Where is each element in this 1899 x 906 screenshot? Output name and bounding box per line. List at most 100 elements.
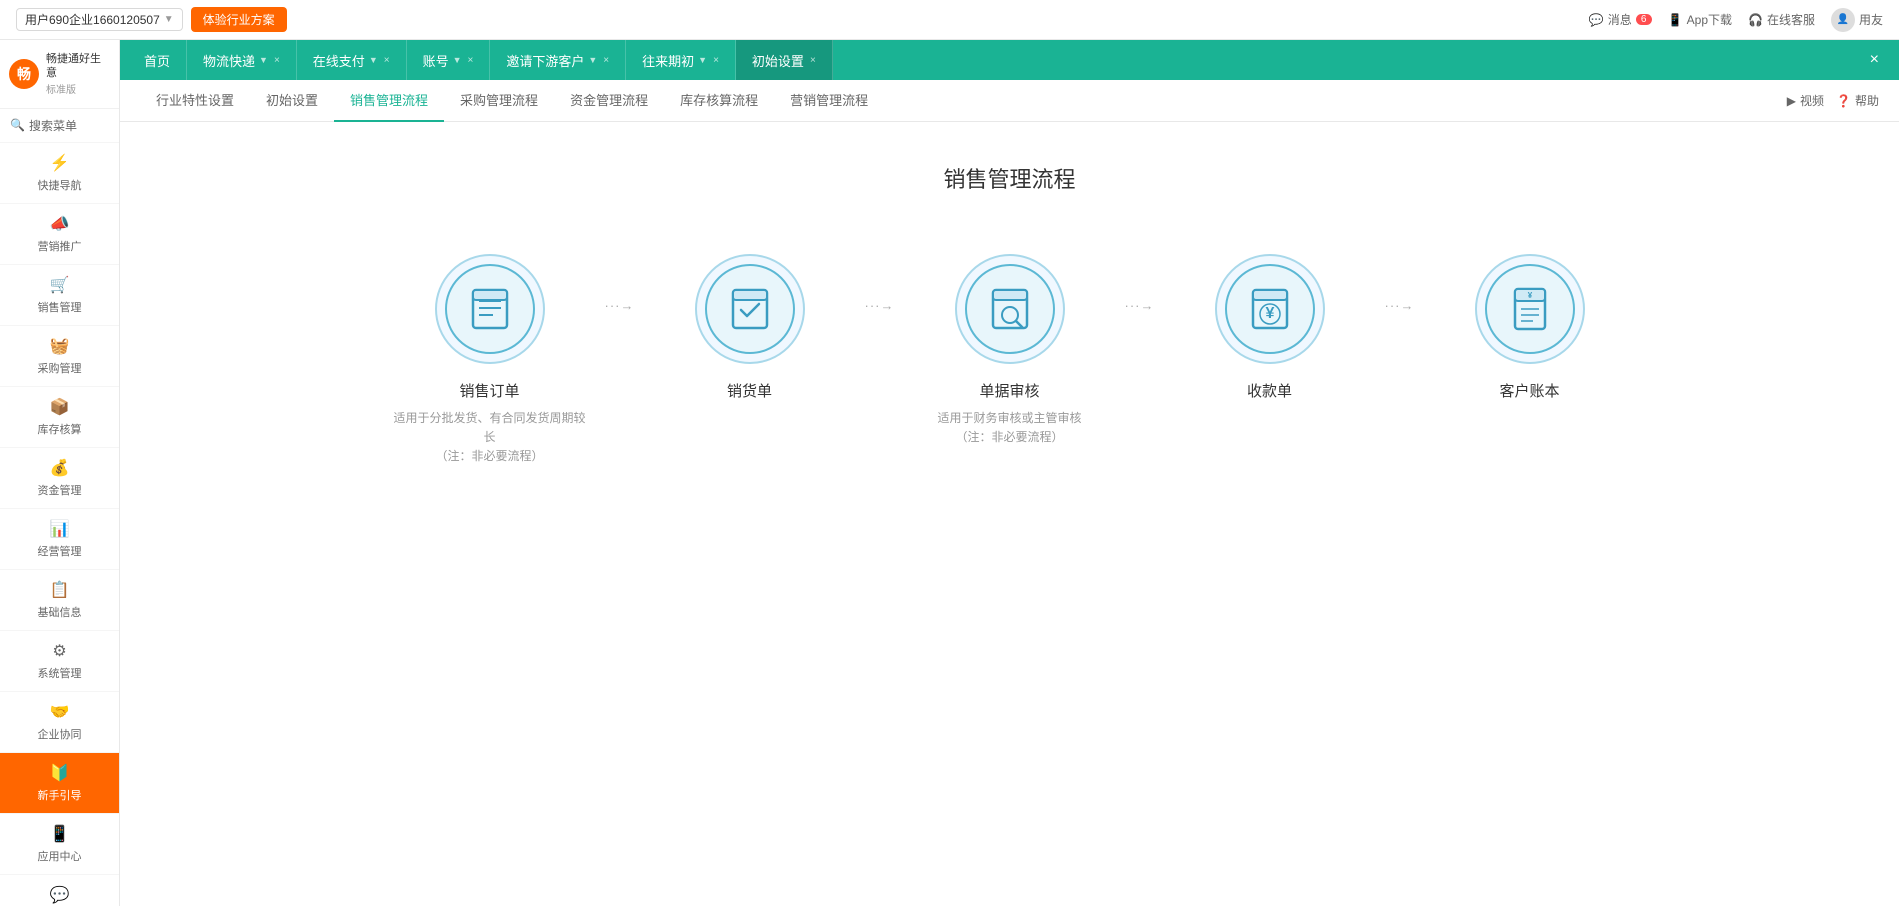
close-icon[interactable]: × — [468, 55, 474, 66]
user-label: 用户690企业1660120507 — [25, 11, 160, 28]
sidebar-item-enterprise-wechat[interactable]: 💬 企业微信 — [0, 875, 119, 906]
message-button[interactable]: 💬 消息 6 — [1589, 11, 1652, 28]
sidebar-item-label: 新手引导 — [38, 787, 82, 803]
arrow-dots-icon: ···→ — [1125, 298, 1155, 313]
sidebar-item-finance-mgmt[interactable]: 💰 资金管理 — [0, 448, 119, 509]
sidebar-item-quick-nav[interactable]: ⚡ 快捷导航 — [0, 143, 119, 204]
svg-text:¥: ¥ — [1265, 305, 1274, 322]
nav-tab-period-initial[interactable]: 往来期初 ▼ × — [626, 40, 736, 80]
chevron-down-icon: ▼ — [164, 14, 174, 25]
close-icon[interactable]: × — [384, 55, 390, 66]
sub-tab-inventory-flow[interactable]: 库存核算流程 — [664, 80, 774, 122]
chevron-down-icon: ▼ — [259, 55, 268, 65]
flow-circle-inner — [705, 264, 795, 354]
sidebar-search-button[interactable]: 🔍 搜索菜单 — [0, 109, 119, 143]
sub-tab-finance-flow[interactable]: 资金管理流程 — [554, 80, 664, 122]
top-bar: 用户690企业1660120507 ▼ 体验行业方案 💬 消息 6 📱 App下… — [0, 0, 1899, 40]
sidebar-item-label: 经营管理 — [38, 543, 82, 559]
sub-tabs-right: ▶ 视频 ❓ 帮助 — [1787, 92, 1879, 109]
flow-circle-inner: ¥ — [1225, 264, 1315, 354]
sub-tab-sales-flow[interactable]: 销售管理流程 — [334, 80, 444, 122]
tab-label: 首页 — [144, 51, 170, 70]
flow-circle-inner — [445, 264, 535, 354]
app-download-button[interactable]: 📱 App下载 — [1668, 11, 1732, 28]
flow-item-customer-ledger: ¥ 客户账本 — [1430, 254, 1630, 409]
nav-tab-initial-setup[interactable]: 初始设置 × — [736, 40, 833, 80]
nav-tab-account[interactable]: 账号 ▼ × — [407, 40, 491, 80]
flow-circle-document-review[interactable] — [955, 254, 1065, 364]
sidebar-item-inventory[interactable]: 📦 库存核算 — [0, 387, 119, 448]
user-name: 用友 — [1859, 11, 1883, 28]
marketing-icon: 📣 — [50, 214, 70, 234]
tab-label: 账号 — [423, 51, 449, 70]
flow-chart: 销售订单 适用于分批发货、有合同发货周期较长（注：非必要流程） ···→ — [140, 254, 1879, 467]
user-menu-button[interactable]: 👤 用友 — [1831, 8, 1883, 32]
help-button[interactable]: ❓ 帮助 — [1836, 92, 1879, 109]
sub-tab-purchase-flow[interactable]: 采购管理流程 — [444, 80, 554, 122]
sidebar-item-label: 销售管理 — [38, 299, 82, 315]
sidebar-item-marketing-promo[interactable]: 📣 营销推广 — [0, 204, 119, 265]
sidebar-item-new-user-guide[interactable]: 🔰 新手引导 — [0, 753, 119, 814]
sidebar-item-label: 应用中心 — [38, 848, 82, 864]
sidebar-item-system-mgmt[interactable]: ⚙ 系统管理 — [0, 631, 119, 692]
sidebar-item-label: 资金管理 — [38, 482, 82, 498]
sidebar-item-sales-mgmt[interactable]: 🛒 销售管理 — [0, 265, 119, 326]
chevron-down-icon: ▼ — [369, 55, 378, 65]
close-icon[interactable]: × — [603, 55, 609, 66]
nav-tab-payment[interactable]: 在线支付 ▼ × — [297, 40, 407, 80]
main-layout: 畅 畅捷通好生意 标准版 🔍 搜索菜单 ⚡ 快捷导航 📣 营销推广 🛒 销售管理… — [0, 40, 1899, 906]
tab-label: 初始设置 — [752, 51, 804, 70]
sidebar-item-label: 营销推广 — [38, 238, 82, 254]
nav-close-all-button[interactable]: × — [1866, 47, 1883, 73]
svg-text:¥: ¥ — [1527, 291, 1532, 300]
close-icon[interactable]: × — [810, 55, 816, 66]
nav-tab-invite-downstream[interactable]: 邀请下游客户 ▼ × — [490, 40, 626, 80]
guide-icon: 🔰 — [50, 763, 70, 783]
sidebar-item-operations-mgmt[interactable]: 📊 经营管理 — [0, 509, 119, 570]
operations-icon: 📊 — [50, 519, 70, 539]
sidebar-item-app-center[interactable]: 📱 应用中心 — [0, 814, 119, 875]
nav-tab-logistics[interactable]: 物流快递 ▼ × — [187, 40, 297, 80]
video-help-button[interactable]: ▶ 视频 — [1787, 92, 1824, 109]
nav-tab-home[interactable]: 首页 — [136, 40, 187, 80]
video-label: 视频 — [1800, 92, 1824, 109]
sidebar-item-basic-info[interactable]: 📋 基础信息 — [0, 570, 119, 631]
online-service-button[interactable]: 🎧 在线客服 — [1748, 11, 1815, 28]
close-icon[interactable]: × — [274, 55, 280, 66]
tab-label: 往来期初 — [642, 51, 694, 70]
page-content: 销售管理流程 — [120, 122, 1899, 906]
tab-label: 在线支付 — [313, 51, 365, 70]
chevron-down-icon: ▼ — [453, 55, 462, 65]
flow-circle-receipt[interactable]: ¥ — [1215, 254, 1325, 364]
user-selector[interactable]: 用户690企业1660120507 ▼ — [16, 8, 183, 31]
sidebar-item-enterprise-collab[interactable]: 🤝 企业协同 — [0, 692, 119, 753]
flow-item-receipt: ¥ 收款单 — [1170, 254, 1370, 409]
sub-tab-industry-settings[interactable]: 行业特性设置 — [140, 80, 250, 122]
sidebar-item-label: 系统管理 — [38, 665, 82, 681]
basic-info-icon: 📋 — [50, 580, 70, 600]
sidebar-item-label: 库存核算 — [38, 421, 82, 437]
flow-label-receipt: 收款单 — [1247, 380, 1292, 401]
close-icon[interactable]: × — [713, 55, 719, 66]
flow-item-delivery-note: 销货单 — [650, 254, 850, 409]
logo-sub: 标准版 — [46, 81, 111, 96]
flow-desc-sales-order: 适用于分批发货、有合同发货周期较长（注：非必要流程） — [390, 409, 590, 467]
flow-arrow-1: ···→ — [590, 254, 650, 313]
sub-tab-marketing-flow[interactable]: 营销管理流程 — [774, 80, 884, 122]
sub-tab-initial-setup[interactable]: 初始设置 — [250, 80, 334, 122]
sales-icon: 🛒 — [50, 275, 70, 295]
flow-circle-customer-ledger[interactable]: ¥ — [1475, 254, 1585, 364]
sidebar: 畅 畅捷通好生意 标准版 🔍 搜索菜单 ⚡ 快捷导航 📣 营销推广 🛒 销售管理… — [0, 40, 120, 906]
flow-arrow-2: ···→ — [850, 254, 910, 313]
search-label: 搜索菜单 — [29, 117, 77, 134]
sidebar-item-label: 基础信息 — [38, 604, 82, 620]
sidebar-item-purchase-mgmt[interactable]: 🧺 采购管理 — [0, 326, 119, 387]
play-icon: ▶ — [1787, 94, 1796, 108]
flow-circle-inner — [965, 264, 1055, 354]
search-icon: 🔍 — [10, 118, 25, 132]
arrow-dots-icon: ···→ — [1385, 298, 1415, 313]
finance-icon: 💰 — [50, 458, 70, 478]
trial-button[interactable]: 体验行业方案 — [191, 7, 287, 32]
flow-circle-sales-order[interactable] — [435, 254, 545, 364]
flow-circle-delivery-note[interactable] — [695, 254, 805, 364]
